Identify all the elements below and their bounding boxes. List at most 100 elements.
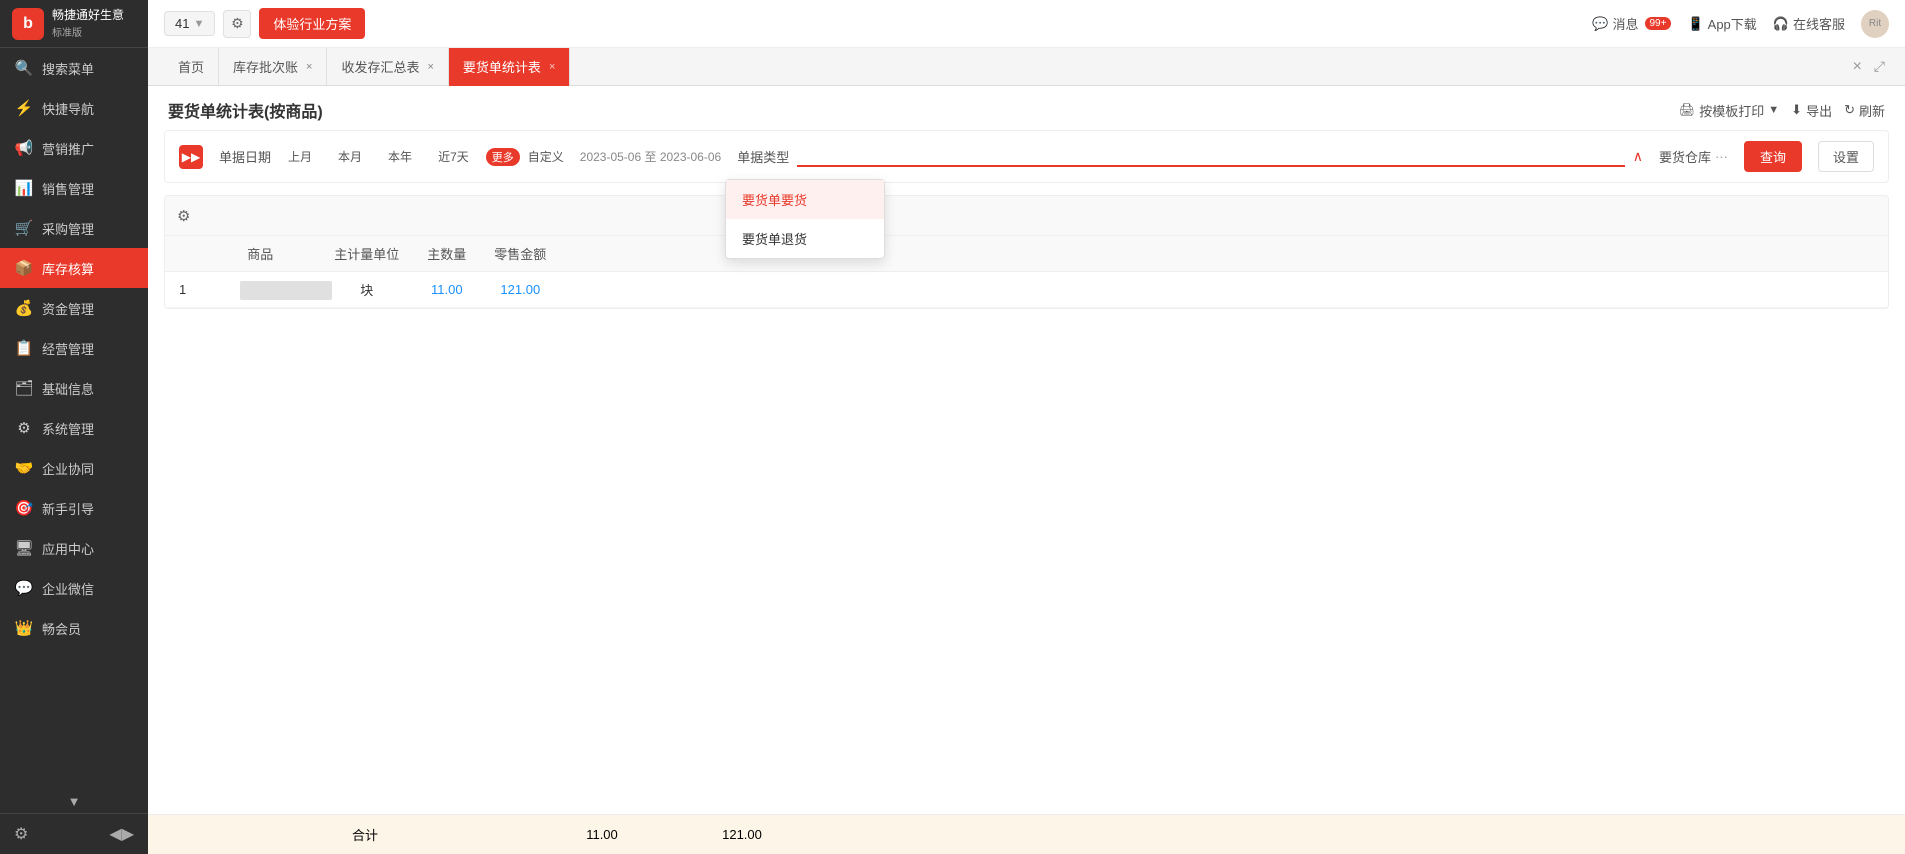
avatar[interactable]: Rit bbox=[1861, 10, 1889, 38]
date-this-year-button[interactable]: 本年 bbox=[379, 144, 421, 169]
type-filter-chevron-icon[interactable]: ∧ bbox=[1633, 148, 1643, 165]
export-icon: ⬇ bbox=[1791, 102, 1802, 118]
page-actions: 🖨 按模板打印 ▼ ⬇ 导出 ↻ 刷新 bbox=[1679, 101, 1885, 120]
sidebar-icon-finance: 💰 bbox=[14, 298, 34, 318]
date-more-button[interactable]: 更多 bbox=[486, 148, 520, 166]
print-icon: 🖨 bbox=[1679, 102, 1696, 118]
cell-qty[interactable]: 11.00 bbox=[413, 272, 480, 308]
page-header: 要货单统计表(按商品) 🖨 按模板打印 ▼ ⬇ 导出 ↻ 刷新 bbox=[148, 86, 1905, 130]
service-action[interactable]: 🎧 在线客服 bbox=[1773, 14, 1845, 33]
sidebar-item-enterprise[interactable]: 🤝 企业协同 bbox=[0, 448, 148, 488]
warehouse-label: 要货仓库 bbox=[1659, 147, 1711, 166]
date-this-month-button[interactable]: 本月 bbox=[329, 144, 371, 169]
sidebar-label-operations: 经营管理 bbox=[42, 339, 94, 358]
app-download-action[interactable]: 📱 App下载 bbox=[1687, 14, 1756, 33]
trial-button[interactable]: 体验行业方案 bbox=[259, 8, 365, 39]
sidebar-icon-marketing: 📢 bbox=[14, 138, 34, 158]
sidebar-label-search: 搜索菜单 bbox=[42, 59, 94, 78]
logo-text: 畅捷通好生意 标准版 bbox=[52, 8, 124, 39]
warehouse-dots-icon[interactable]: ··· bbox=[1715, 149, 1728, 164]
col-unit: 主计量单位 bbox=[320, 236, 413, 272]
sidebar-item-sales[interactable]: 📊 销售管理 bbox=[0, 168, 148, 208]
store-chevron-icon: ▼ bbox=[193, 18, 204, 30]
filter-expand-button[interactable]: ▶▶ bbox=[179, 145, 203, 169]
sidebar-scroll-down[interactable]: ▼ bbox=[0, 790, 148, 813]
tab-receive-summary[interactable]: 收发存汇总表 × bbox=[327, 48, 448, 86]
page-title: 要货单统计表(按商品) bbox=[168, 98, 323, 122]
refresh-icon: ↻ bbox=[1844, 102, 1855, 118]
type-filter-group: 单据类型 ∧ bbox=[737, 146, 1643, 167]
tab-home[interactable]: 首页 bbox=[164, 48, 219, 86]
date-last-month-button[interactable]: 上月 bbox=[279, 144, 321, 169]
sidebar-item-wechat[interactable]: 💬 企业微信 bbox=[0, 568, 148, 608]
query-button[interactable]: 查询 bbox=[1744, 141, 1802, 172]
table-settings-icon[interactable]: ⚙ bbox=[177, 207, 190, 225]
tab-order-stat-close[interactable]: × bbox=[549, 61, 555, 73]
tab-inventory-batch-close[interactable]: × bbox=[306, 61, 312, 73]
sidebar-item-member[interactable]: 👑 畅会员 bbox=[0, 608, 148, 648]
date-range-display: 2023-05-06 至 2023-06-06 bbox=[580, 148, 721, 165]
sidebar-icon-system: ⚙ bbox=[14, 418, 34, 438]
dropdown-item-return[interactable]: 要货单退货 bbox=[726, 219, 884, 258]
sidebar-item-purchase[interactable]: 🛒 采购管理 bbox=[0, 208, 148, 248]
app-icon: 📱 bbox=[1687, 16, 1703, 32]
tabs-bar: 首页 库存批次账 × 收发存汇总表 × 要货单统计表 × × ⤢ bbox=[148, 48, 1905, 86]
sidebar-label-apps: 应用中心 bbox=[42, 539, 94, 558]
cell-amount[interactable]: 121.00 bbox=[480, 272, 560, 308]
sidebar-item-marketing[interactable]: 📢 营销推广 bbox=[0, 128, 148, 168]
col-amount: 零售金额 bbox=[480, 236, 560, 272]
data-table: 商品 主计量单位 主数量 零售金额 1 块 bbox=[165, 236, 1888, 308]
collapse-icon[interactable]: ◀▶ bbox=[109, 824, 134, 844]
table-row: 1 块 11.00 121.00 bbox=[165, 272, 1888, 308]
sidebar-label-purchase: 采购管理 bbox=[42, 219, 94, 238]
sidebar-item-inventory[interactable]: 📦 库存核算 bbox=[0, 248, 148, 288]
col-product: 商品 bbox=[200, 236, 320, 272]
tab-order-stat[interactable]: 要货单统计表 × bbox=[449, 48, 570, 86]
sidebar-item-operations[interactable]: 📋 经营管理 bbox=[0, 328, 148, 368]
close-all-tabs-button[interactable]: × bbox=[1844, 58, 1869, 76]
sidebar-footer: ⚙ ◀▶ bbox=[0, 813, 148, 854]
sidebar-item-system[interactable]: ⚙ 系统管理 bbox=[0, 408, 148, 448]
warehouse-filter-group: 要货仓库 ··· bbox=[1659, 147, 1728, 166]
sidebar-item-finance[interactable]: 💰 资金管理 bbox=[0, 288, 148, 328]
sidebar-label-guide: 新手引导 bbox=[42, 499, 94, 518]
type-dropdown: 要货单要货 要货单退货 bbox=[725, 179, 885, 259]
sidebar-label-sales: 销售管理 bbox=[42, 179, 94, 198]
date-7days-button[interactable]: 近7天 bbox=[429, 144, 478, 169]
product-name-placeholder bbox=[240, 281, 332, 300]
sidebar-icon-basic: 🗂 bbox=[14, 378, 34, 398]
filter-bar: ▶▶ 单据日期 上月 本月 本年 近7天 更多 自定义 2023-05-06 至… bbox=[164, 130, 1889, 183]
sidebar-item-apps[interactable]: 🖥 应用中心 bbox=[0, 528, 148, 568]
filter-settings-button[interactable]: 设置 bbox=[1818, 141, 1874, 172]
main-area: 41 ▼ ⚙ 体验行业方案 💬 消息 99+ 📱 App下载 🎧 在线客服 Ri… bbox=[148, 0, 1905, 854]
sidebar-nav: 🔍 搜索菜单 ⚡ 快捷导航 📢 营销推广 📊 销售管理 🛒 采购管理 📦 库存核… bbox=[0, 48, 148, 790]
footer-qty: 11.00 bbox=[552, 827, 652, 842]
sidebar-label-enterprise: 企业协同 bbox=[42, 459, 94, 478]
message-action[interactable]: 💬 消息 99+ bbox=[1592, 14, 1671, 33]
footer-amount: 121.00 bbox=[692, 827, 792, 842]
tab-inventory-batch[interactable]: 库存批次账 × bbox=[219, 48, 327, 86]
date-filter-group: 单据日期 上月 本月 本年 近7天 更多 自定义 bbox=[219, 144, 564, 169]
sidebar-item-guide[interactable]: 🎯 新手引导 bbox=[0, 488, 148, 528]
tab-order-stat-label: 要货单统计表 bbox=[463, 57, 541, 76]
type-filter-input[interactable] bbox=[797, 146, 1624, 167]
refresh-button[interactable]: ↻ 刷新 bbox=[1844, 101, 1885, 120]
sidebar-item-quick-nav[interactable]: ⚡ 快捷导航 bbox=[0, 88, 148, 128]
dropdown-item-order[interactable]: 要货单要货 bbox=[726, 180, 884, 219]
sidebar-label-wechat: 企业微信 bbox=[42, 579, 94, 598]
tab-receive-summary-close[interactable]: × bbox=[427, 61, 433, 73]
table-toolbar: ⚙ bbox=[165, 196, 1888, 236]
export-button[interactable]: ⬇ 导出 bbox=[1791, 101, 1832, 120]
sidebar-label-member: 畅会员 bbox=[42, 619, 81, 638]
service-icon: 🎧 bbox=[1773, 16, 1789, 32]
store-selector[interactable]: 41 ▼ bbox=[164, 11, 215, 36]
date-custom-button[interactable]: 自定义 bbox=[528, 148, 564, 165]
sidebar-item-search[interactable]: 🔍 搜索菜单 bbox=[0, 48, 148, 88]
header-gear-button[interactable]: ⚙ bbox=[223, 10, 251, 38]
print-button[interactable]: 🖨 按模板打印 ▼ bbox=[1679, 101, 1779, 120]
settings-icon[interactable]: ⚙ bbox=[14, 824, 28, 844]
cell-extra bbox=[560, 272, 1888, 308]
expand-tabs-icon[interactable]: ⤢ bbox=[1870, 58, 1889, 75]
sidebar-item-basic[interactable]: 🗂 基础信息 bbox=[0, 368, 148, 408]
cell-unit: 块 bbox=[320, 272, 413, 308]
